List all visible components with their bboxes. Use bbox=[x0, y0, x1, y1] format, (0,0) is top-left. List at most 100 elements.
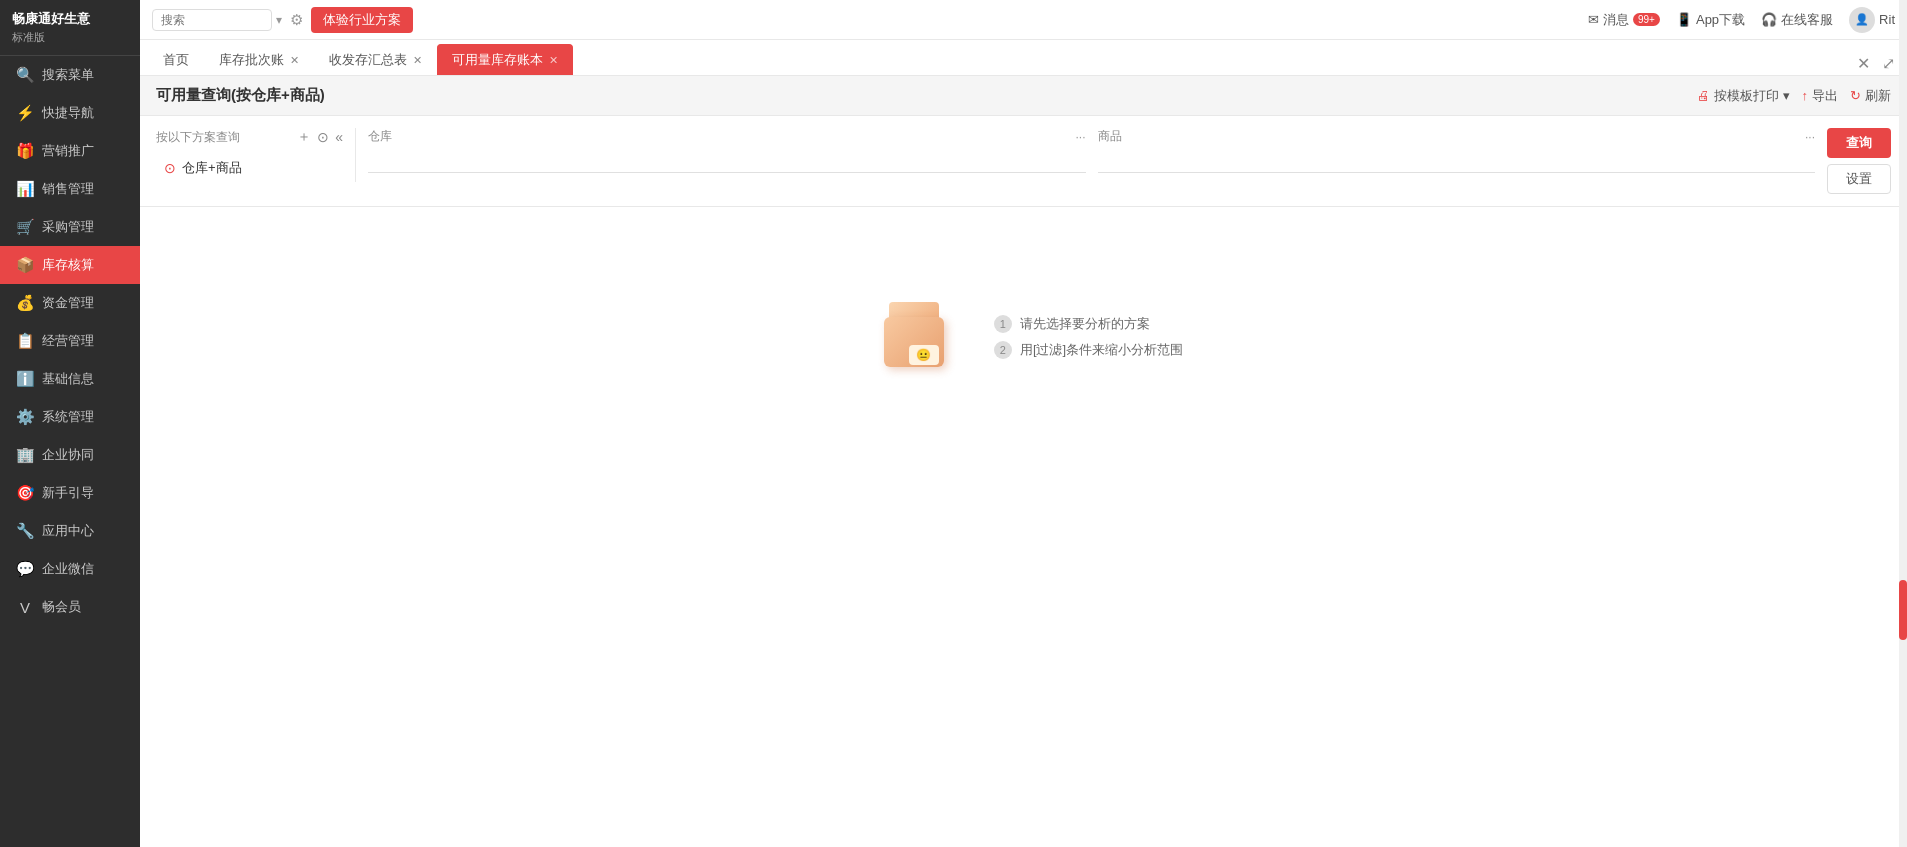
online-service-button[interactable]: 🎧 在线客服 bbox=[1761, 11, 1833, 29]
export-icon: ↑ bbox=[1802, 88, 1809, 103]
page-content: 可用量查询(按仓库+商品) 🖨 按模板打印 ▾ ↑ 导出 ↻ 刷新 bbox=[140, 76, 1907, 847]
tab-close-1[interactable]: ✕ bbox=[290, 54, 299, 67]
refresh-button[interactable]: ↻ 刷新 bbox=[1850, 87, 1891, 105]
sidebar-icon-4: 🛒 bbox=[16, 218, 34, 236]
tab-close-3[interactable]: ✕ bbox=[549, 54, 558, 67]
tab-首页[interactable]: 首页 bbox=[148, 44, 204, 75]
warehouse-input[interactable] bbox=[368, 149, 1086, 173]
box-robot-body: 😐 bbox=[884, 317, 944, 367]
sidebar-icon-5: 📦 bbox=[16, 256, 34, 274]
empty-illustration: 😐 bbox=[864, 287, 964, 387]
sidebar-icon-3: 📊 bbox=[16, 180, 34, 198]
sidebar-item-系统管理[interactable]: ⚙️ 系统管理 bbox=[0, 398, 140, 436]
sidebar-icon-0: 🔍 bbox=[16, 66, 34, 84]
sidebar-nav: 🔍 搜索菜单 ⚡ 快捷导航 🎁 营销推广 📊 销售管理 🛒 采购管理 📦 库存核… bbox=[0, 56, 140, 847]
export-label: 导出 bbox=[1812, 87, 1838, 105]
sidebar-icon-12: 🔧 bbox=[16, 522, 34, 540]
notification-button[interactable]: ✉ 消息 99+ bbox=[1588, 11, 1660, 29]
sidebar-label-4: 采购管理 bbox=[42, 218, 94, 236]
sidebar-item-营销推广[interactable]: 🎁 营销推广 bbox=[0, 132, 140, 170]
tab-expand-button[interactable]: ⤢ bbox=[1878, 52, 1899, 75]
settings-button[interactable]: 设置 bbox=[1827, 164, 1891, 194]
tab-label-3: 可用量库存账本 bbox=[452, 51, 543, 69]
sidebar-label-9: 系统管理 bbox=[42, 408, 94, 426]
sidebar-icon-8: ℹ️ bbox=[16, 370, 34, 388]
sidebar-icon-11: 🎯 bbox=[16, 484, 34, 502]
topbar-search: ▾ bbox=[152, 9, 282, 31]
warehouse-more-button[interactable]: ··· bbox=[1075, 130, 1085, 144]
search-input[interactable] bbox=[152, 9, 272, 31]
avatar: 👤 bbox=[1849, 7, 1875, 33]
scheme-header: 按以下方案查询 ＋ ⊙ « bbox=[156, 128, 343, 146]
scheme-item-icon: ⊙ bbox=[164, 160, 176, 176]
topbar-right: ✉ 消息 99+ 📱 App下载 🎧 在线客服 👤 Rit bbox=[1588, 7, 1895, 33]
scheme-actions: ＋ ⊙ « bbox=[297, 128, 343, 146]
phone-icon: 📱 bbox=[1676, 12, 1692, 27]
settings-icon[interactable]: ⚙ bbox=[290, 11, 303, 29]
product-more-button[interactable]: ··· bbox=[1805, 130, 1815, 144]
edit-scheme-button[interactable]: ⊙ bbox=[317, 129, 329, 145]
hint-num-2: 2 bbox=[994, 341, 1012, 359]
sidebar-item-应用中心[interactable]: 🔧 应用中心 bbox=[0, 512, 140, 550]
sidebar-label-13: 企业微信 bbox=[42, 560, 94, 578]
sidebar-item-采购管理[interactable]: 🛒 采购管理 bbox=[0, 208, 140, 246]
sidebar-icon-7: 📋 bbox=[16, 332, 34, 350]
search-chevron-icon[interactable]: ▾ bbox=[276, 13, 282, 27]
product-input[interactable] bbox=[1098, 149, 1816, 173]
sidebar-icon-9: ⚙️ bbox=[16, 408, 34, 426]
sidebar-icon-14: V bbox=[16, 598, 34, 616]
sidebar-label-6: 资金管理 bbox=[42, 294, 94, 312]
tab-可用量库存账本[interactable]: 可用量库存账本 ✕ bbox=[437, 44, 573, 75]
product-label-text: 商品 bbox=[1098, 128, 1122, 145]
sidebar-item-企业微信[interactable]: 💬 企业微信 bbox=[0, 550, 140, 588]
query-buttons: 查询 设置 bbox=[1827, 128, 1891, 194]
sidebar-item-资金管理[interactable]: 💰 资金管理 bbox=[0, 284, 140, 322]
notification-badge: 99+ bbox=[1633, 13, 1660, 26]
user-name: Rit bbox=[1879, 12, 1895, 27]
industry-solution-button[interactable]: 体验行业方案 bbox=[311, 7, 413, 33]
tab-close-all-button[interactable]: ✕ bbox=[1853, 52, 1874, 75]
topbar: ▾ ⚙ 体验行业方案 ✉ 消息 99+ 📱 App下载 🎧 在线客服 👤 R bbox=[140, 0, 1907, 40]
print-label: 按模板打印 bbox=[1714, 87, 1779, 105]
scheme-item-warehouse-product[interactable]: ⊙ 仓库+商品 bbox=[156, 154, 343, 182]
edition-label: 标准版 bbox=[12, 30, 128, 45]
sidebar-item-企业协同[interactable]: 🏢 企业协同 bbox=[0, 436, 140, 474]
company-name: 畅康通好生意 bbox=[12, 10, 128, 28]
print-template-button[interactable]: 🖨 按模板打印 ▾ bbox=[1697, 87, 1790, 105]
sidebar-icon-1: ⚡ bbox=[16, 104, 34, 122]
scheme-section: 按以下方案查询 ＋ ⊙ « ⊙ 仓库+商品 bbox=[156, 128, 356, 182]
sidebar-item-畅会员[interactable]: V 畅会员 bbox=[0, 588, 140, 626]
sidebar-item-搜索菜单[interactable]: 🔍 搜索菜单 bbox=[0, 56, 140, 94]
hint-item-2: 2 用[过滤]条件来缩小分析范围 bbox=[994, 341, 1183, 359]
sidebar-item-快捷导航[interactable]: ⚡ 快捷导航 bbox=[0, 94, 140, 132]
tab-label-2: 收发存汇总表 bbox=[329, 51, 407, 69]
sidebar-item-新手引导[interactable]: 🎯 新手引导 bbox=[0, 474, 140, 512]
tabs-controls: ✕ ⤢ bbox=[1845, 52, 1907, 75]
query-button[interactable]: 查询 bbox=[1827, 128, 1891, 158]
hint-item-1: 1 请先选择要分析的方案 bbox=[994, 315, 1183, 333]
tab-库存批次账[interactable]: 库存批次账✕ bbox=[204, 44, 314, 75]
user-profile-button[interactable]: 👤 Rit bbox=[1849, 7, 1895, 33]
sidebar-item-基础信息[interactable]: ℹ️ 基础信息 bbox=[0, 360, 140, 398]
app-download-button[interactable]: 📱 App下载 bbox=[1676, 11, 1745, 29]
sidebar-label-5: 库存核算 bbox=[42, 256, 94, 274]
sidebar-label-11: 新手引导 bbox=[42, 484, 94, 502]
sidebar-icon-10: 🏢 bbox=[16, 446, 34, 464]
sidebar-icon-6: 💰 bbox=[16, 294, 34, 312]
warehouse-label-text: 仓库 bbox=[368, 128, 392, 145]
sidebar-label-8: 基础信息 bbox=[42, 370, 94, 388]
tab-close-2[interactable]: ✕ bbox=[413, 54, 422, 67]
message-icon: ✉ bbox=[1588, 12, 1599, 27]
sidebar-item-销售管理[interactable]: 📊 销售管理 bbox=[0, 170, 140, 208]
sidebar-label-7: 经营管理 bbox=[42, 332, 94, 350]
sidebar-item-库存核算[interactable]: 📦 库存核算 bbox=[0, 246, 140, 284]
empty-hints: 1 请先选择要分析的方案 2 用[过滤]条件来缩小分析范围 bbox=[994, 315, 1183, 359]
add-scheme-button[interactable]: ＋ bbox=[297, 128, 311, 146]
sidebar-item-经营管理[interactable]: 📋 经营管理 bbox=[0, 322, 140, 360]
right-scrollbar[interactable] bbox=[1899, 0, 1907, 847]
export-button[interactable]: ↑ 导出 bbox=[1802, 87, 1839, 105]
service-icon: 🎧 bbox=[1761, 12, 1777, 27]
collapse-scheme-button[interactable]: « bbox=[335, 129, 343, 145]
tab-label-0: 首页 bbox=[163, 51, 189, 69]
tab-收发存汇总表[interactable]: 收发存汇总表 ✕ bbox=[314, 44, 437, 75]
